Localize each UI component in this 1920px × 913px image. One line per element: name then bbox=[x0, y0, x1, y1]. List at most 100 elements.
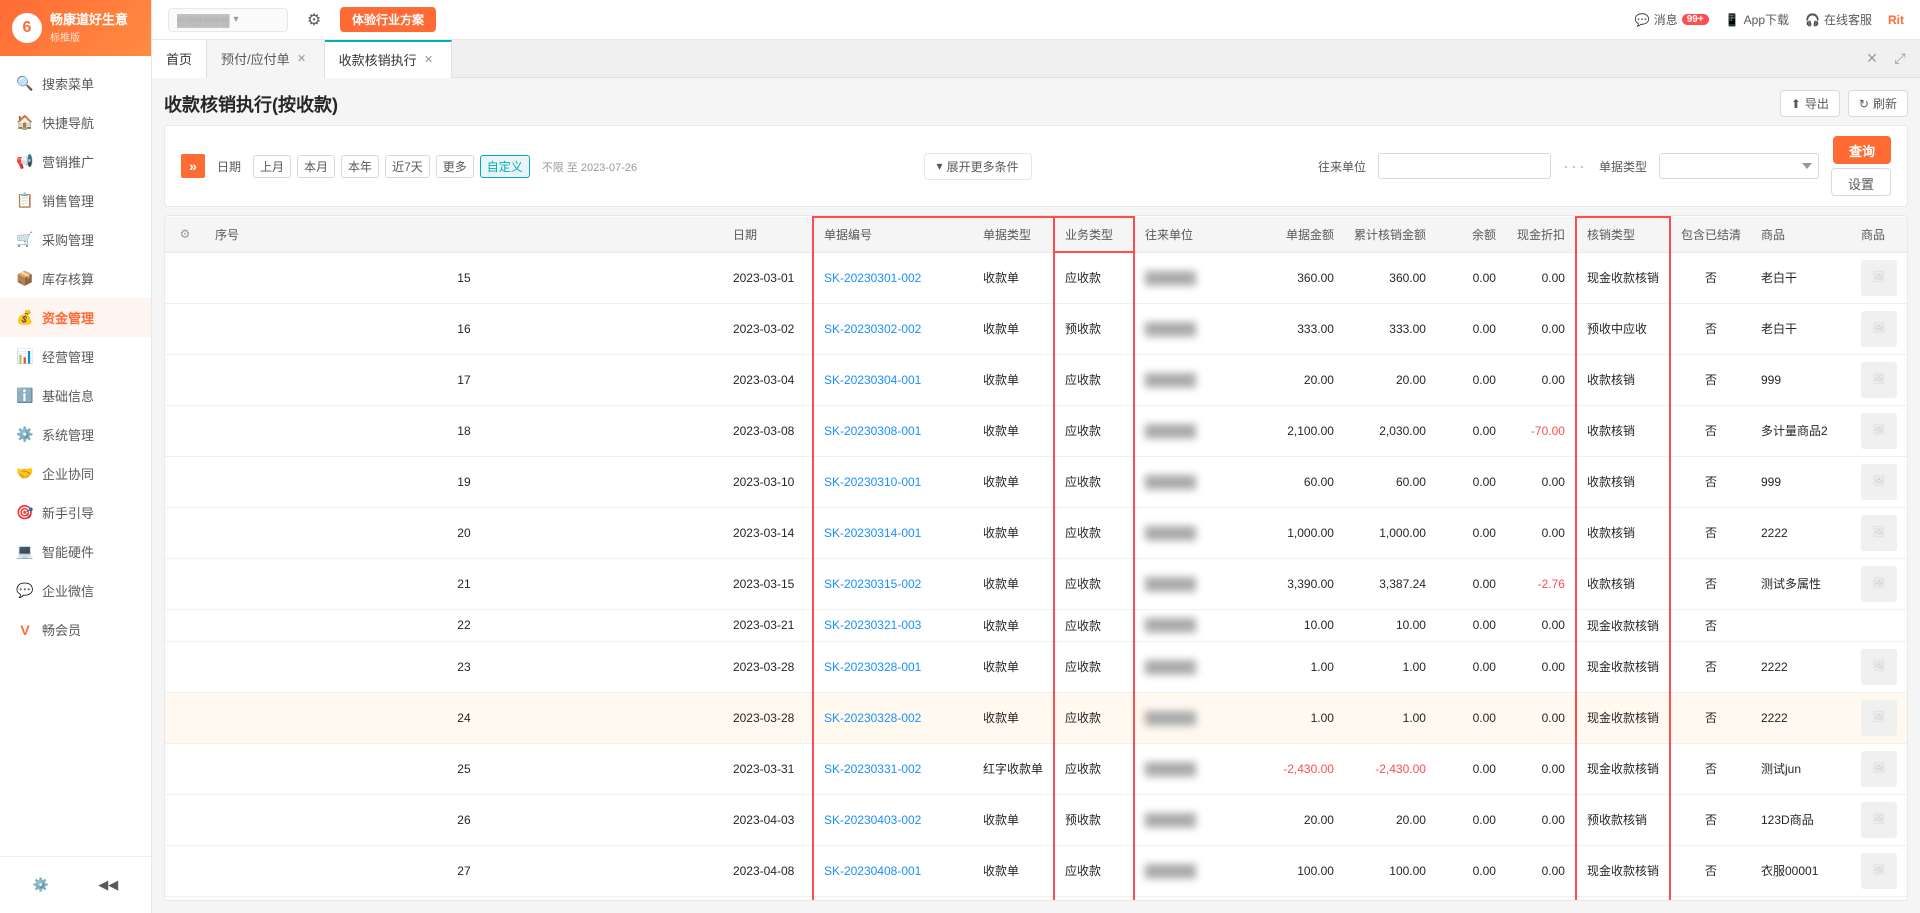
sidebar-item-search[interactable]: 🔍 搜索菜单 bbox=[0, 64, 151, 103]
partner-input[interactable] bbox=[1378, 153, 1551, 179]
column-settings-icon[interactable]: ⚙ bbox=[180, 227, 191, 241]
cell-amount: 1,000.00 bbox=[1254, 507, 1344, 558]
filter-toggle-btn[interactable]: » bbox=[181, 154, 205, 178]
sidebar-item-label: 快捷导航 bbox=[42, 113, 94, 132]
export-btn[interactable]: ⬆ 导出 bbox=[1780, 90, 1840, 117]
cell-settings bbox=[165, 252, 205, 303]
sidebar-collapse-btn[interactable]: ◀◀ bbox=[82, 869, 134, 901]
tab-collection-close[interactable]: ✕ bbox=[421, 52, 437, 68]
cell-biztype: 应收款 bbox=[1054, 845, 1134, 896]
tab-home[interactable]: 首页 bbox=[152, 40, 207, 78]
tabbar-end-buttons: ✕ ⤢ bbox=[1860, 47, 1920, 71]
tab-collection[interactable]: 收款核销执行 ✕ bbox=[325, 40, 452, 78]
more-date-btn[interactable]: 更多 bbox=[436, 155, 474, 178]
docno-link[interactable]: SK-20230314-001 bbox=[824, 526, 921, 540]
filter-actions: 查询 设置 bbox=[1831, 136, 1891, 196]
query-btn[interactable]: 查询 bbox=[1833, 136, 1891, 164]
sidebar-item-finance[interactable]: 💰 资金管理 bbox=[0, 298, 151, 337]
docno-link[interactable]: SK-20230310-001 bbox=[824, 475, 921, 489]
tab-collection-label: 收款核销执行 bbox=[339, 50, 417, 69]
goods-image: 🖼 bbox=[1861, 853, 1897, 889]
docno-link[interactable]: SK-20230321-003 bbox=[824, 618, 921, 632]
messages-btn[interactable]: 💬 消息 99+ bbox=[1635, 11, 1709, 28]
table-row: 16 2023-03-02 SK-20230302-002 收款单 预收款 ██… bbox=[165, 303, 1907, 354]
last-month-btn[interactable]: 上月 bbox=[253, 155, 291, 178]
docno-link[interactable]: SK-20230331-002 bbox=[824, 762, 921, 776]
refresh-btn[interactable]: ↻ 刷新 bbox=[1848, 90, 1908, 117]
cell-writetype: 现金收款核销 bbox=[1576, 609, 1670, 641]
th-settings[interactable]: ⚙ bbox=[165, 217, 205, 252]
fullscreen-btn[interactable]: ⤢ bbox=[1888, 47, 1912, 71]
docno-link[interactable]: SK-20230301-002 bbox=[824, 271, 921, 285]
cell-goodsimg: 🖼 bbox=[1851, 405, 1907, 456]
cell-seq: 21 bbox=[205, 558, 723, 609]
custom-date-btn[interactable]: 自定义 bbox=[480, 155, 530, 178]
cell-date: 2023-03-31 bbox=[723, 743, 813, 794]
cell-cashdiscount: 0.00 bbox=[1506, 692, 1576, 743]
filter-settings-btn[interactable]: 设置 bbox=[1831, 168, 1891, 196]
wechat-icon: 💬 bbox=[16, 582, 34, 600]
cell-balance: 0.00 bbox=[1436, 558, 1506, 609]
sidebar-item-operation[interactable]: 📊 经营管理 bbox=[0, 337, 151, 376]
this-month-btn[interactable]: 本月 bbox=[297, 155, 335, 178]
topbar-gear-btn[interactable]: ⚙ bbox=[300, 6, 328, 34]
sidebar-item-wechat[interactable]: 💬 企业微信 bbox=[0, 571, 151, 610]
cell-includeclear: 否 bbox=[1670, 456, 1751, 507]
cell-cashdiscount: 0.00 bbox=[1506, 609, 1576, 641]
docno-link[interactable]: SK-20230403-002 bbox=[824, 813, 921, 827]
cell-partner: ██████ bbox=[1134, 692, 1254, 743]
page-title: 收款核销执行(按收款) bbox=[164, 91, 338, 117]
online-service-btn[interactable]: 🎧 在线客服 bbox=[1805, 11, 1872, 28]
goods-image: 🖼 bbox=[1861, 649, 1897, 685]
docno-link[interactable]: SK-20230315-002 bbox=[824, 577, 921, 591]
this-year-btn[interactable]: 本年 bbox=[341, 155, 379, 178]
cell-biztype: 应收款 bbox=[1054, 896, 1134, 901]
last-7days-btn[interactable]: 近7天 bbox=[385, 155, 430, 178]
sidebar-item-sales[interactable]: 📋 销售管理 bbox=[0, 181, 151, 220]
company-selector[interactable]: ▓▓▓▓▓▓ ▾ bbox=[168, 8, 288, 32]
cell-goods: 测试jun bbox=[1751, 743, 1851, 794]
solution-btn[interactable]: 体验行业方案 bbox=[340, 7, 436, 32]
cell-docno: SK-20230301-002 bbox=[813, 252, 973, 303]
cell-docno: SK-20230304-001 bbox=[813, 354, 973, 405]
sidebar-item-basic[interactable]: ℹ️ 基础信息 bbox=[0, 376, 151, 415]
sidebar-item-marketing[interactable]: 📢 营销推广 bbox=[0, 142, 151, 181]
sidebar-item-member[interactable]: V 畅会员 bbox=[0, 610, 151, 649]
cell-writetype: 现金收款核销 bbox=[1576, 692, 1670, 743]
cell-writetype: 收款核销 bbox=[1576, 558, 1670, 609]
sidebar-item-quicknav[interactable]: 🏠 快捷导航 bbox=[0, 103, 151, 142]
expand-more-btn[interactable]: ▾ 展开更多条件 bbox=[924, 153, 1032, 180]
tab-prepay[interactable]: 预付/应付单 ✕ bbox=[207, 40, 325, 78]
docno-link[interactable]: SK-20230328-002 bbox=[824, 711, 921, 725]
app-download-btn[interactable]: 📱 App下载 bbox=[1725, 11, 1789, 28]
sidebar-item-inventory[interactable]: 📦 库存核算 bbox=[0, 259, 151, 298]
tab-prepay-close[interactable]: ✕ bbox=[294, 51, 310, 67]
cell-docno: SK-20230314-001 bbox=[813, 507, 973, 558]
sidebar-item-label: 采购管理 bbox=[42, 230, 94, 249]
user-avatar[interactable]: Rit bbox=[1888, 13, 1904, 27]
doctype-select[interactable] bbox=[1659, 153, 1819, 179]
sidebar-item-hardware[interactable]: 💻 智能硬件 bbox=[0, 532, 151, 571]
sidebar-item-newbie[interactable]: 🎯 新手引导 bbox=[0, 493, 151, 532]
cell-amount: 333.00 bbox=[1254, 303, 1344, 354]
docno-link[interactable]: SK-20230308-001 bbox=[824, 424, 921, 438]
sidebar-settings-btn[interactable]: ⚙️ bbox=[17, 869, 65, 901]
docno-link[interactable]: SK-20230328-001 bbox=[824, 660, 921, 674]
docno-link[interactable]: SK-20230304-001 bbox=[824, 373, 921, 387]
cell-biztype: 预收款 bbox=[1054, 303, 1134, 354]
sidebar-item-purchase[interactable]: 🛒 采购管理 bbox=[0, 220, 151, 259]
cell-cumamt: 360.00 bbox=[1344, 252, 1436, 303]
cell-amount: 360.00 bbox=[1254, 252, 1344, 303]
cell-balance: 0.00 bbox=[1436, 303, 1506, 354]
docno-link[interactable]: SK-20230408-001 bbox=[824, 864, 921, 878]
sidebar-item-enterprise[interactable]: 🤝 企业协同 bbox=[0, 454, 151, 493]
cell-goods bbox=[1751, 609, 1851, 641]
app-download-label: App下载 bbox=[1744, 11, 1789, 28]
cell-writetype: 现金收款核销 bbox=[1576, 743, 1670, 794]
sidebar-item-system[interactable]: ⚙️ 系统管理 bbox=[0, 415, 151, 454]
cell-doctype: 收款单 bbox=[973, 354, 1054, 405]
cell-includeclear: 否 bbox=[1670, 641, 1751, 692]
docno-link[interactable]: SK-20230302-002 bbox=[824, 322, 921, 336]
close-tab-btn[interactable]: ✕ bbox=[1860, 47, 1884, 71]
cell-docno: SK-20230331-002 bbox=[813, 743, 973, 794]
